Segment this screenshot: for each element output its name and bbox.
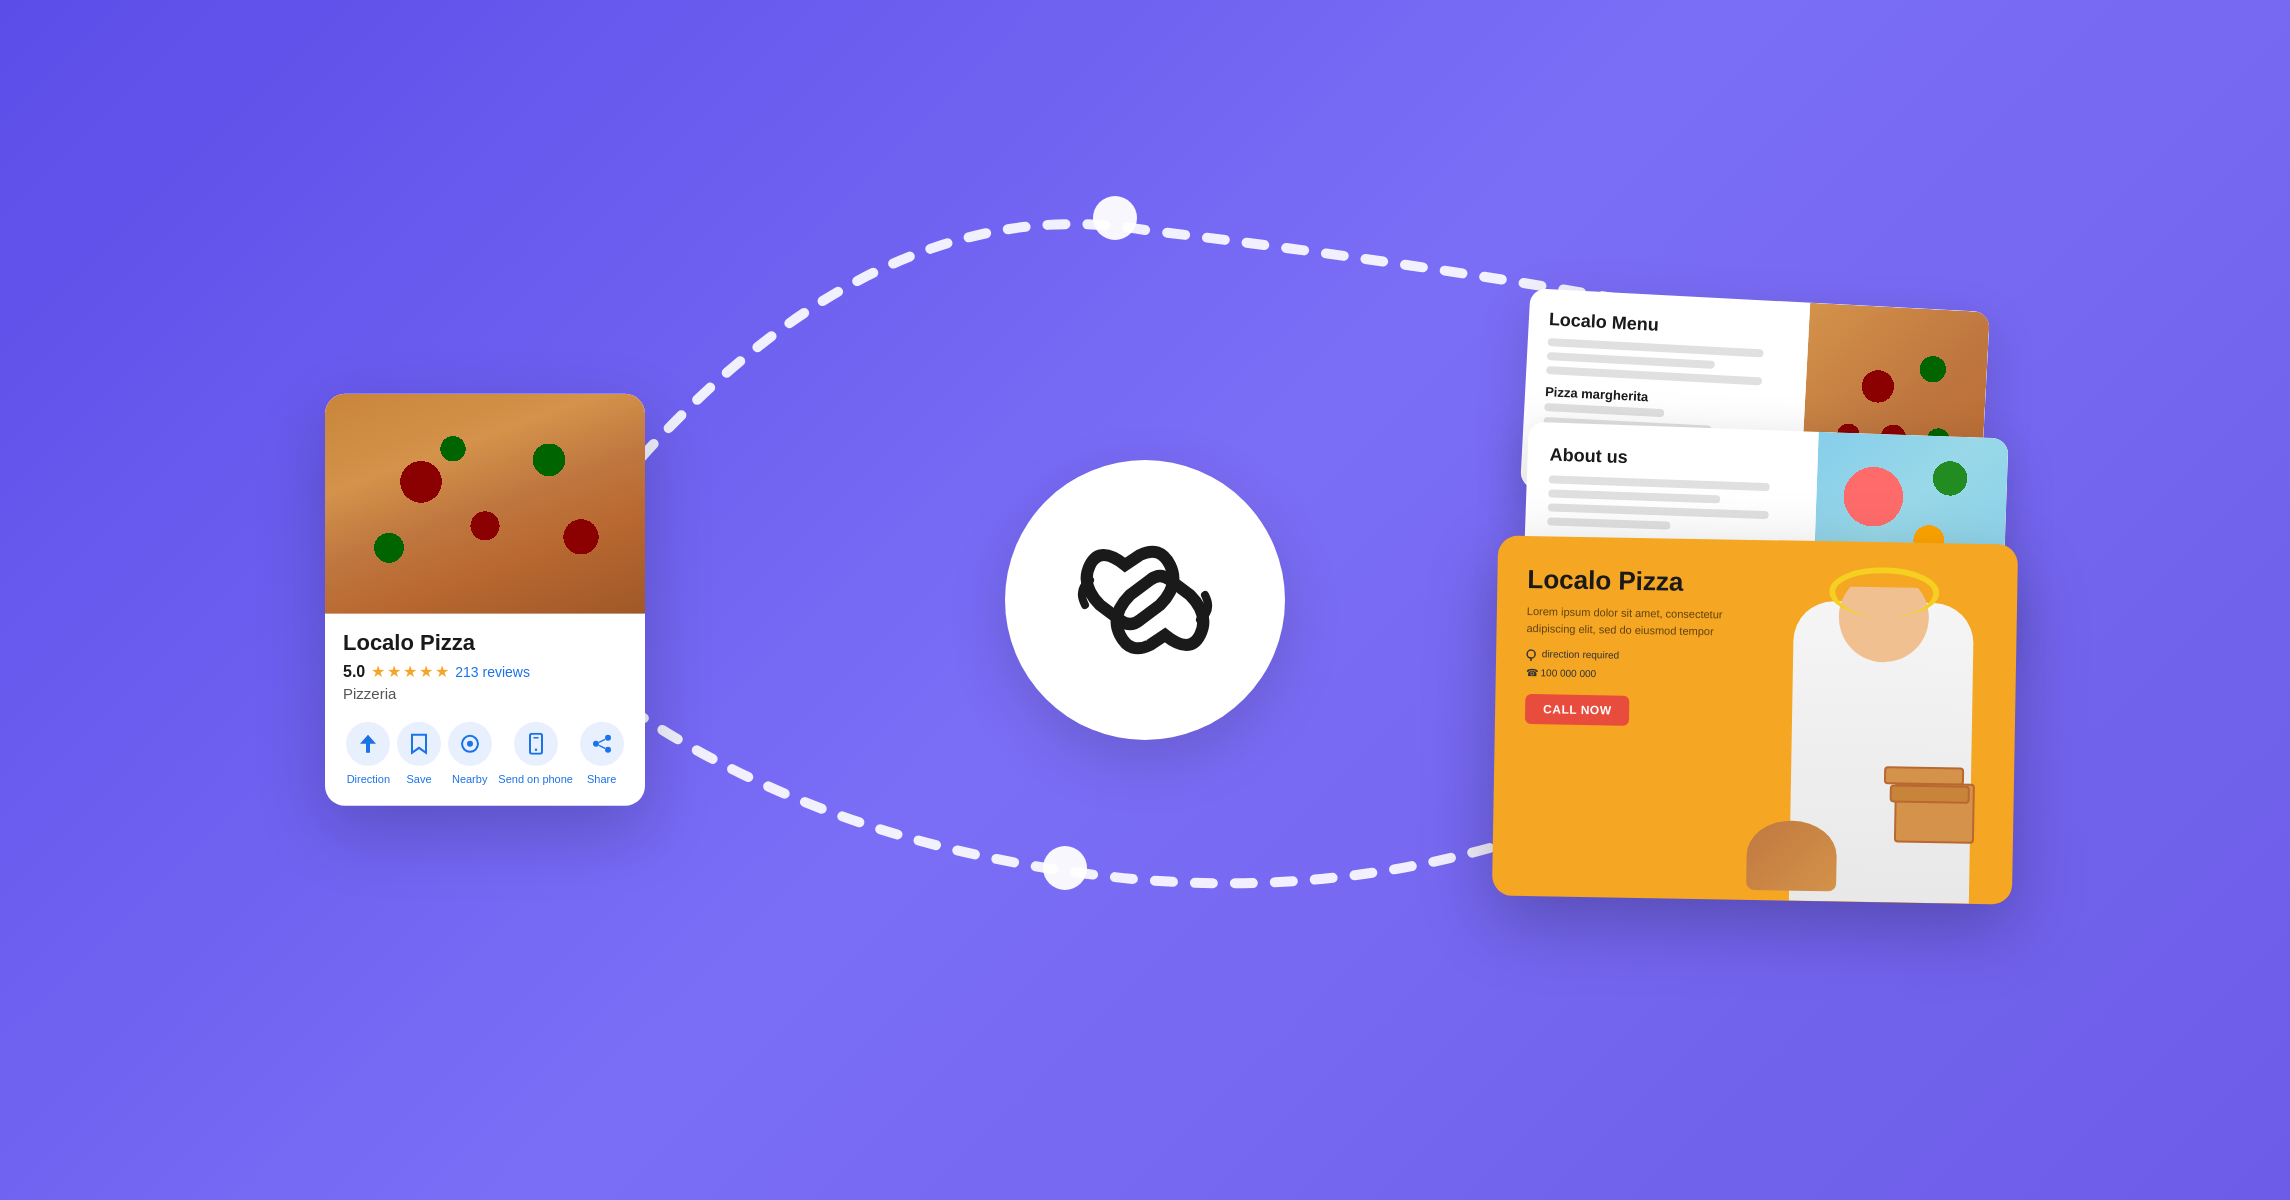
star-4: ★ [419, 662, 433, 681]
pizza-image [325, 394, 645, 614]
hero-address: direction required [1526, 648, 1752, 664]
direction-label: Direction [347, 772, 390, 786]
about-text-line-4 [1547, 517, 1670, 529]
svg-point-12 [1527, 650, 1535, 658]
action-direction[interactable]: Direction [346, 722, 390, 786]
svg-point-0 [1093, 196, 1137, 240]
share-icon-button[interactable] [580, 722, 624, 766]
rating-number: 5.0 [343, 662, 365, 680]
action-send-on-phone[interactable]: Send on phone [498, 722, 573, 786]
share-label: Share [587, 772, 616, 786]
menu-text-line-4 [1544, 403, 1664, 417]
star-2: ★ [387, 662, 401, 681]
nearby-icon-button[interactable] [448, 722, 492, 766]
nearby-label: Nearby [452, 772, 487, 786]
star-5: ★ [435, 662, 449, 681]
hero-phone: ☎ 100 000 000 [1526, 667, 1752, 682]
action-share[interactable]: Share [580, 722, 624, 786]
save-icon-button[interactable] [397, 722, 441, 766]
google-maps-card: Localo Pizza 5.0 ★ ★ ★ ★ ★ 213 reviews P… [325, 394, 645, 806]
send-on-phone-label: Send on phone [498, 772, 573, 786]
hero-cta-button[interactable]: CALL NOW [1525, 694, 1630, 726]
svg-line-10 [599, 739, 605, 742]
svg-point-4 [467, 741, 473, 747]
menu-card-title: Localo Menu [1548, 309, 1789, 343]
menu-text-line-3 [1546, 366, 1762, 385]
send-phone-icon-button[interactable] [514, 722, 558, 766]
star-3: ★ [403, 662, 417, 681]
pizza-visual-decoration [325, 394, 645, 614]
maps-actions-row: Direction Save [343, 718, 627, 786]
svg-point-7 [605, 735, 611, 741]
website-cards-group: Localo Menu Pizza margherita About us [1485, 300, 2005, 900]
hero-description: Lorem ipsum dolor sit amet, consectetur … [1526, 603, 1753, 640]
star-rating: ★ ★ ★ ★ ★ [371, 662, 449, 681]
about-card-title: About us [1549, 444, 1796, 474]
star-1: ★ [371, 662, 385, 681]
about-text-line-1 [1549, 475, 1771, 491]
main-scene: Localo Pizza 5.0 ★ ★ ★ ★ ★ 213 reviews P… [245, 100, 2045, 1100]
action-nearby[interactable]: Nearby [448, 722, 492, 786]
hero-business-name: Localo Pizza [1527, 564, 1754, 599]
business-name: Localo Pizza [343, 630, 627, 656]
action-save[interactable]: Save [397, 722, 441, 786]
svg-point-1 [1043, 846, 1087, 890]
direction-icon-button[interactable] [346, 722, 390, 766]
center-logo-circle [1005, 460, 1285, 740]
svg-point-8 [593, 741, 599, 747]
maps-card-content: Localo Pizza 5.0 ★ ★ ★ ★ ★ 213 reviews P… [325, 614, 645, 806]
svg-marker-2 [360, 735, 376, 753]
svg-point-9 [605, 747, 611, 753]
business-category: Pizzeria [343, 685, 627, 702]
localo-logo-icon [1075, 530, 1215, 670]
hero-card-content: Localo Pizza Lorem ipsum dolor sit amet,… [1494, 535, 1784, 756]
save-label: Save [406, 772, 431, 786]
website-card-hero: Localo Pizza Lorem ipsum dolor sit amet,… [1492, 535, 2018, 904]
rating-row: 5.0 ★ ★ ★ ★ ★ 213 reviews [343, 662, 627, 681]
svg-line-11 [599, 745, 605, 748]
menu-text-line-2 [1547, 352, 1715, 369]
review-count[interactable]: 213 reviews [455, 663, 530, 679]
about-text-line-3 [1548, 503, 1770, 519]
about-text-line-2 [1548, 489, 1720, 503]
